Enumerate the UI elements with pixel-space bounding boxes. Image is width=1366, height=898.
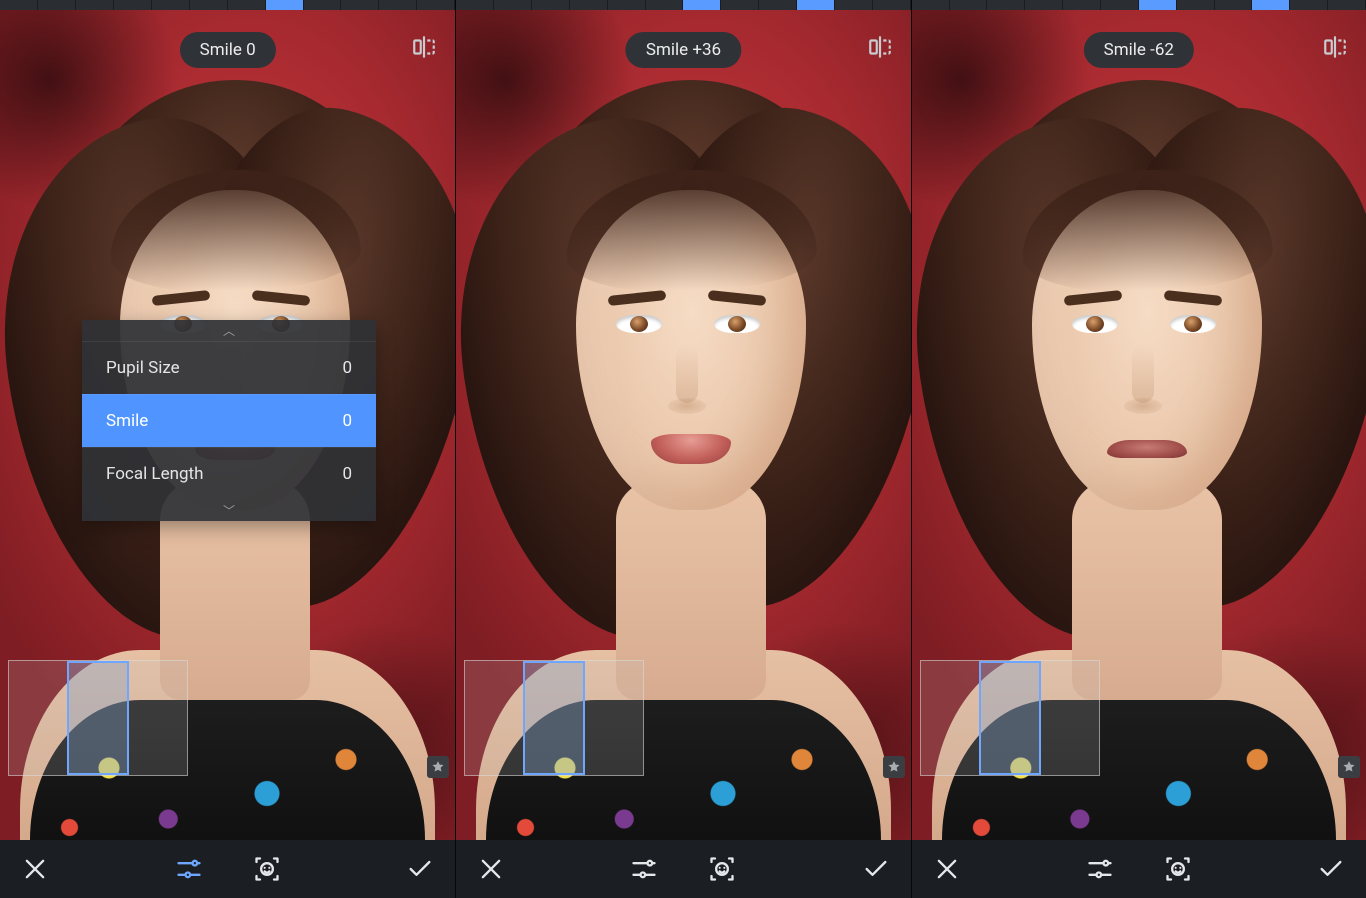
face-detect-button[interactable] <box>1161 852 1195 886</box>
menu-item-label: Focal Length <box>106 464 203 484</box>
confirm-button[interactable] <box>403 852 437 886</box>
thumbnail-strip <box>8 660 188 776</box>
nav-segment[interactable] <box>1063 0 1101 10</box>
confirm-button[interactable] <box>859 852 893 886</box>
editor-panel: Smile 0 ︿ Pupil Size 0 Smile 0 Focal Len… <box>0 0 455 898</box>
face-detect-button[interactable] <box>250 852 284 886</box>
thumbnail[interactable] <box>585 661 643 775</box>
nav-segment[interactable] <box>152 0 190 10</box>
adjust-button[interactable] <box>172 852 206 886</box>
chevron-up-icon[interactable]: ︿ <box>82 320 376 341</box>
nav-segment[interactable] <box>76 0 114 10</box>
nav-segment[interactable] <box>1139 0 1177 10</box>
nav-segment[interactable] <box>797 0 835 10</box>
star-icon[interactable] <box>427 756 449 778</box>
compare-icon[interactable] <box>1322 34 1348 60</box>
nav-segment[interactable] <box>912 0 950 10</box>
parameter-pill: Smile +36 <box>626 32 741 68</box>
thumbnail[interactable] <box>9 661 67 775</box>
nav-segment[interactable] <box>1328 0 1366 10</box>
image-canvas[interactable]: Smile -62 <box>912 10 1366 840</box>
nav-segment[interactable] <box>950 0 988 10</box>
parameter-pill: Smile -62 <box>1084 32 1194 68</box>
nav-segment[interactable] <box>341 0 379 10</box>
compare-icon[interactable] <box>867 34 893 60</box>
menu-item-label: Smile <box>106 411 148 431</box>
nav-segment[interactable] <box>1025 0 1063 10</box>
nav-segment[interactable] <box>873 0 911 10</box>
nav-segment[interactable] <box>1215 0 1253 10</box>
image-canvas[interactable]: Smile 0 ︿ Pupil Size 0 Smile 0 Focal Len… <box>0 10 455 840</box>
thumbnail[interactable] <box>67 661 129 775</box>
close-button[interactable] <box>474 852 508 886</box>
menu-item[interactable]: Smile 0 <box>82 394 376 447</box>
confirm-button[interactable] <box>1314 852 1348 886</box>
nav-segment[interactable] <box>721 0 759 10</box>
nav-segment[interactable] <box>570 0 608 10</box>
thumbnail[interactable] <box>979 661 1041 775</box>
nav-segment[interactable] <box>987 0 1025 10</box>
editor-panel: Smile -62 <box>911 0 1366 898</box>
nav-segment[interactable] <box>646 0 684 10</box>
nav-segment[interactable] <box>1252 0 1290 10</box>
nav-segment[interactable] <box>0 0 38 10</box>
bottom-toolbar <box>456 840 910 898</box>
thumbnail-strip <box>464 660 644 776</box>
parameter-menu: ︿ Pupil Size 0 Smile 0 Focal Length 0 ﹀ <box>82 320 376 521</box>
star-icon[interactable] <box>1338 756 1360 778</box>
nav-segment[interactable] <box>608 0 646 10</box>
thumbnail[interactable] <box>523 661 585 775</box>
menu-item-label: Pupil Size <box>106 358 180 378</box>
thumbnail[interactable] <box>129 661 187 775</box>
close-button[interactable] <box>930 852 964 886</box>
nav-segment[interactable] <box>417 0 455 10</box>
thumbnail[interactable] <box>921 661 979 775</box>
adjust-button[interactable] <box>627 852 661 886</box>
top-nav-strip <box>0 0 455 10</box>
thumbnail[interactable] <box>1041 661 1099 775</box>
nav-segment[interactable] <box>494 0 532 10</box>
top-nav-strip <box>456 0 910 10</box>
nav-segment[interactable] <box>1177 0 1215 10</box>
nav-segment[interactable] <box>114 0 152 10</box>
menu-item-value: 0 <box>342 464 352 484</box>
nav-segment[interactable] <box>683 0 721 10</box>
image-canvas[interactable]: Smile +36 <box>456 10 910 840</box>
nav-segment[interactable] <box>835 0 873 10</box>
nav-segment[interactable] <box>190 0 228 10</box>
nav-segment[interactable] <box>266 0 304 10</box>
nav-segment[interactable] <box>228 0 266 10</box>
parameter-pill: Smile 0 <box>180 32 276 68</box>
nav-segment[interactable] <box>304 0 342 10</box>
chevron-down-icon[interactable]: ﹀ <box>82 500 376 521</box>
bottom-toolbar <box>0 840 455 898</box>
nav-segment[interactable] <box>759 0 797 10</box>
nav-segment[interactable] <box>379 0 417 10</box>
adjust-button[interactable] <box>1083 852 1117 886</box>
star-icon[interactable] <box>883 756 905 778</box>
menu-item[interactable]: Focal Length 0 <box>82 447 376 500</box>
compare-icon[interactable] <box>411 34 437 60</box>
nav-segment[interactable] <box>1101 0 1139 10</box>
editor-panel: Smile +36 <box>455 0 910 898</box>
menu-item[interactable]: Pupil Size 0 <box>82 341 376 394</box>
face-detect-button[interactable] <box>705 852 739 886</box>
thumbnail-strip <box>920 660 1100 776</box>
menu-item-value: 0 <box>342 411 352 431</box>
nav-segment[interactable] <box>456 0 494 10</box>
bottom-toolbar <box>912 840 1366 898</box>
thumbnail[interactable] <box>465 661 523 775</box>
nav-segment[interactable] <box>1290 0 1328 10</box>
menu-item-value: 0 <box>342 358 352 378</box>
nav-segment[interactable] <box>532 0 570 10</box>
close-button[interactable] <box>18 852 52 886</box>
top-nav-strip <box>912 0 1366 10</box>
nav-segment[interactable] <box>38 0 76 10</box>
